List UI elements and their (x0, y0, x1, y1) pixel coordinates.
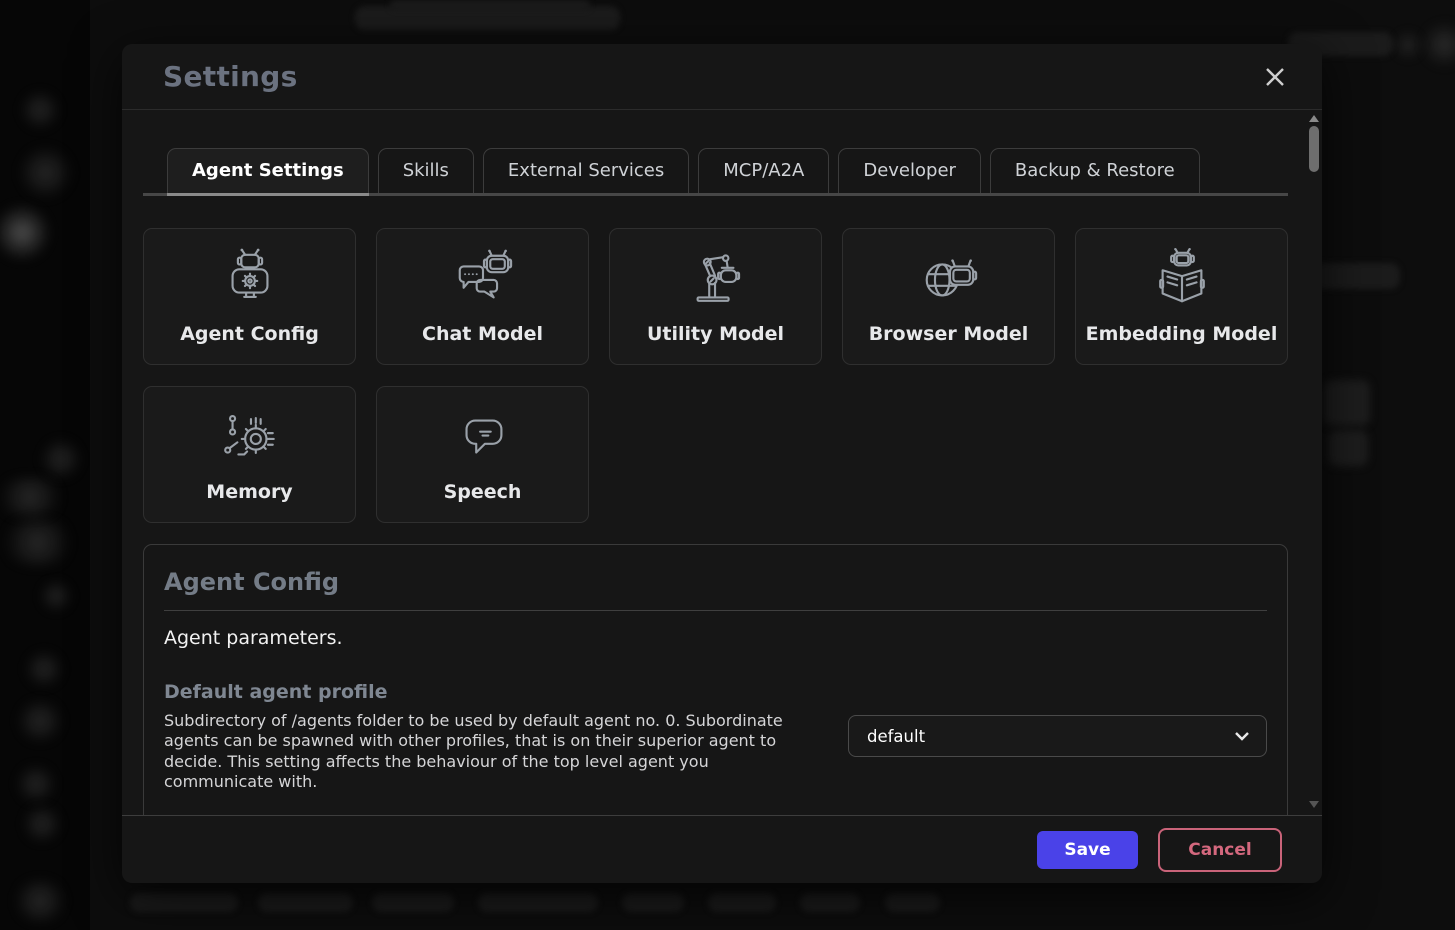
speech-bubble-icon (449, 406, 517, 468)
background-blurred-pill (478, 893, 598, 912)
background-blob (40, 580, 72, 612)
modal-header: Settings (122, 44, 1322, 110)
robot-gear-icon (216, 248, 284, 310)
robot-book-icon (1148, 248, 1216, 310)
tab-external-services[interactable]: External Services (483, 148, 689, 193)
modal-title: Settings (163, 60, 298, 93)
background-blurred-pill (258, 893, 353, 912)
background-blob (18, 145, 73, 200)
background-blurred-pill (885, 893, 940, 912)
background-blob (40, 438, 82, 480)
background-blob (25, 650, 63, 688)
nav-card-chat-model[interactable]: Chat Model (376, 228, 589, 365)
nav-card-speech[interactable]: Speech (376, 386, 589, 523)
nav-card-browser-model[interactable]: Browser Model (842, 228, 1055, 365)
tab-agent-settings[interactable]: Agent Settings (167, 148, 369, 193)
settings-modal: Settings Agent Settings Skills External … (122, 44, 1322, 883)
tab-developer[interactable]: Developer (838, 148, 981, 193)
scrollbar-thumb[interactable] (1309, 126, 1319, 172)
tab-bar: Agent Settings Skills External Services … (143, 148, 1288, 196)
background-blurred-pill (130, 893, 238, 912)
background-blob (1395, 32, 1421, 58)
background-blurred-pill (372, 893, 454, 912)
nav-card-embedding-model[interactable]: Embedding Model (1075, 228, 1288, 365)
modal-scrollbar (1308, 113, 1321, 810)
field-description: Subdirectory of /agents folder to be use… (164, 711, 810, 792)
background-blob (10, 880, 70, 922)
background-blob (15, 700, 65, 742)
background-blob (1422, 22, 1455, 67)
scrollbar-up-arrow-icon[interactable] (1309, 115, 1319, 122)
nav-card-grid: Agent Config Chat M (143, 228, 1288, 523)
nav-card-label: Agent Config (180, 323, 319, 345)
background-blurred-box (1324, 380, 1370, 426)
robot-globe-icon (915, 248, 983, 310)
tab-skills[interactable]: Skills (378, 148, 474, 193)
background-blurred-box (1328, 430, 1368, 466)
section-title: Agent Config (164, 560, 1267, 610)
nav-card-label: Utility Model (647, 323, 784, 345)
robot-chat-icon (449, 248, 517, 310)
nav-card-label: Embedding Model (1086, 323, 1278, 345)
nav-card-label: Memory (206, 481, 292, 503)
background-blurred-text (390, 0, 590, 10)
background-blurred-pill (622, 893, 684, 912)
nav-card-label: Browser Model (869, 323, 1029, 345)
tab-mcp-a2a[interactable]: MCP/A2A (698, 148, 829, 193)
nav-card-utility-model[interactable]: Utility Model (609, 228, 822, 365)
scrollbar-down-arrow-icon[interactable] (1309, 801, 1319, 808)
default-agent-profile-select[interactable]: default (848, 715, 1267, 757)
nav-card-memory[interactable]: Memory (143, 386, 356, 523)
modal-body: Agent Settings Skills External Services … (122, 110, 1322, 815)
cancel-button[interactable]: Cancel (1158, 828, 1282, 872)
nav-card-agent-config[interactable]: Agent Config (143, 228, 356, 365)
background-blurred-pill (708, 893, 776, 912)
chevron-down-icon (1234, 731, 1250, 741)
close-icon (1264, 66, 1286, 88)
background-blob (22, 805, 62, 843)
modal-footer: Save Cancel (122, 815, 1322, 883)
nav-card-label: Chat Model (422, 323, 543, 345)
agent-config-section: Agent Config Agent parameters. Default a… (143, 544, 1288, 815)
background-blob (20, 90, 60, 130)
section-subtitle: Agent parameters. (164, 627, 1267, 649)
field-label: Default agent profile (164, 681, 810, 703)
robot-arm-icon (682, 248, 750, 310)
section-divider (164, 610, 1267, 611)
tab-backup-restore[interactable]: Backup & Restore (990, 148, 1200, 193)
nav-card-label: Speech (444, 481, 522, 503)
close-button[interactable] (1258, 60, 1292, 94)
background-blob (15, 765, 57, 803)
field-default-agent-profile: Default agent profile Subdirectory of /a… (164, 681, 1267, 792)
circuit-gear-icon (216, 406, 284, 468)
background-blurred-pill (800, 893, 860, 912)
save-button[interactable]: Save (1037, 831, 1138, 869)
select-value: default (867, 727, 925, 746)
